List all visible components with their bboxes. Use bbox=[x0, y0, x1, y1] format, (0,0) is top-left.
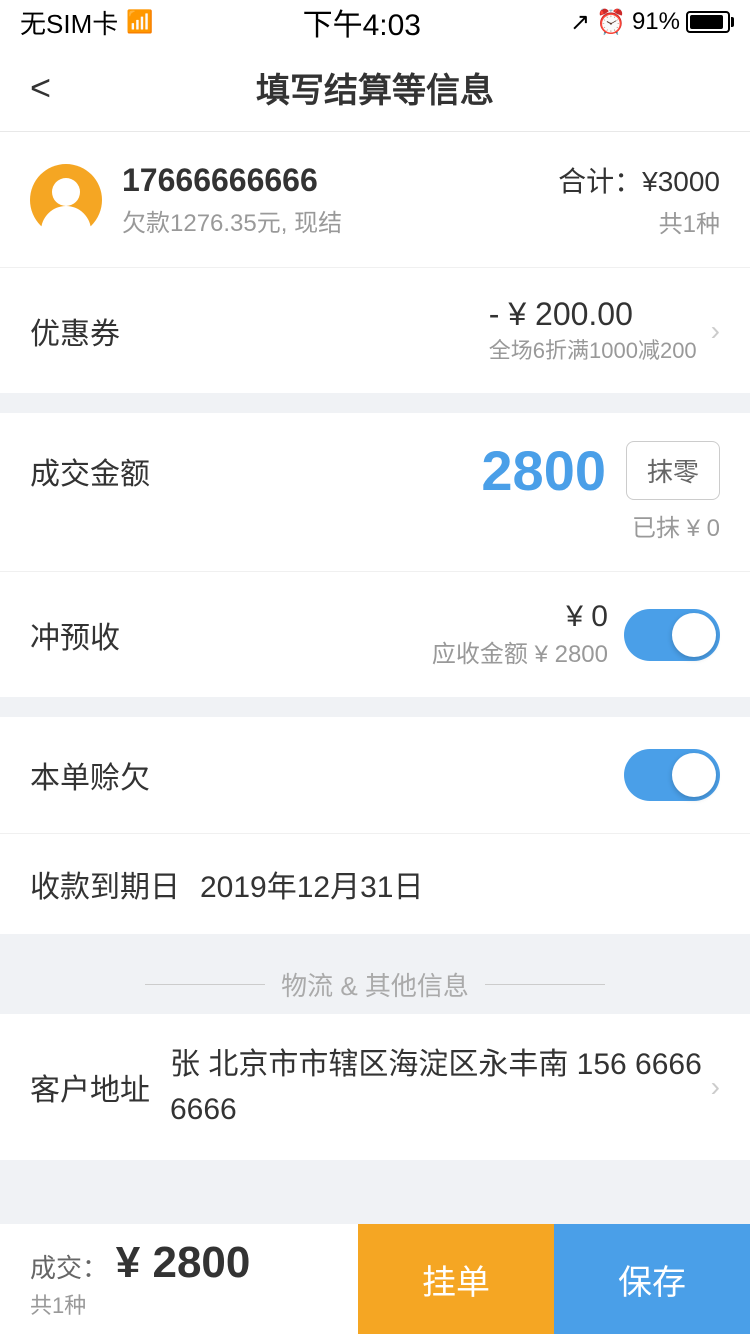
bottom-deal-label: 成交： bbox=[30, 1253, 108, 1283]
divider-line-left bbox=[145, 984, 265, 985]
customer-sub: 欠款1276.35元, 现结 bbox=[122, 203, 342, 238]
debt-label: 本单赊欠 bbox=[30, 753, 150, 797]
divider-line-right bbox=[485, 984, 605, 985]
status-right: ↗ ⏰ 91% bbox=[570, 8, 730, 37]
section-gap-2 bbox=[0, 697, 750, 717]
nav-title: 填写结算等信息 bbox=[256, 63, 494, 112]
customer-total: 合计：¥3000 bbox=[558, 160, 720, 200]
battery-percent: 91% bbox=[632, 8, 680, 36]
deal-sub: 已抹 ¥ 0 bbox=[632, 515, 720, 542]
coupon-desc: 全场6折满1000减200 bbox=[489, 333, 697, 365]
save-button[interactable]: 保存 bbox=[554, 1224, 750, 1334]
divider-label-text: 物流 & 其他信息 bbox=[281, 966, 469, 1003]
alarm-icon: ⏰ bbox=[596, 8, 626, 37]
carrier-text: 无SIM卡 bbox=[20, 4, 118, 41]
section-gap-4 bbox=[0, 1160, 750, 1200]
prepay-toggle[interactable] bbox=[624, 609, 720, 661]
status-bar: 无SIM卡 📶 下午4:03 ↗ ⏰ 91% bbox=[0, 0, 750, 44]
customer-row: 17666666666 欠款1276.35元, 现结 合计：¥3000 共1种 bbox=[0, 132, 750, 267]
debt-toggle-knob bbox=[672, 753, 716, 797]
location-icon: ↗ bbox=[570, 8, 590, 37]
status-time: 下午4:03 bbox=[303, 0, 421, 44]
bottom-count: 共1种 bbox=[30, 1288, 328, 1320]
section-gap-3 bbox=[0, 934, 750, 954]
debt-toggle[interactable] bbox=[624, 749, 720, 801]
bottom-deal-amount: ¥ 2800 bbox=[116, 1238, 251, 1287]
customer-count: 共1种 bbox=[558, 204, 720, 239]
wifi-icon: 📶 bbox=[126, 9, 153, 35]
prepay-amount: ¥ 0 bbox=[432, 600, 608, 634]
due-row: 收款到期日 2019年12月31日 bbox=[0, 833, 750, 934]
customer-phone: 17666666666 bbox=[122, 162, 342, 199]
deal-amount: 2800 bbox=[481, 443, 606, 499]
coupon-row[interactable]: 优惠券 - ¥ 200.00 全场6折满1000减200 › bbox=[0, 267, 750, 393]
coupon-discount: - ¥ 200.00 bbox=[489, 296, 697, 333]
section-divider: 物流 & 其他信息 bbox=[0, 954, 750, 1014]
address-chevron-icon: › bbox=[711, 1071, 720, 1103]
section-gap-1 bbox=[0, 393, 750, 413]
address-content: 张 北京市市辖区海淀区永丰南 156 6666 6666 bbox=[170, 1042, 707, 1132]
prepay-sub: 应收金额 ¥ 2800 bbox=[432, 634, 608, 669]
battery-icon bbox=[686, 11, 730, 33]
status-left: 无SIM卡 📶 bbox=[20, 4, 154, 41]
hang-button[interactable]: 挂单 bbox=[358, 1224, 554, 1334]
debt-row: 本单赊欠 bbox=[0, 717, 750, 833]
coupon-label: 优惠券 bbox=[30, 309, 120, 353]
prepay-label: 冲预收 bbox=[30, 613, 120, 657]
due-date: 2019年12月31日 bbox=[200, 862, 423, 906]
due-label: 收款到期日 bbox=[30, 862, 180, 906]
toggle-knob bbox=[672, 613, 716, 657]
chevron-right-icon: › bbox=[711, 315, 720, 347]
content: 17666666666 欠款1276.35元, 现结 合计：¥3000 共1种 … bbox=[0, 132, 750, 1320]
address-label: 客户地址 bbox=[30, 1065, 150, 1109]
battery-fill bbox=[690, 15, 723, 29]
prepay-row: 冲预收 ¥ 0 应收金额 ¥ 2800 bbox=[0, 571, 750, 697]
address-row[interactable]: 客户地址 张 北京市市辖区海淀区永丰南 156 6666 6666 › bbox=[0, 1014, 750, 1160]
deal-label: 成交金额 bbox=[30, 449, 150, 493]
deal-section: 成交金额 2800 抹零 已抹 ¥ 0 bbox=[0, 413, 750, 571]
avatar bbox=[30, 164, 102, 236]
back-button[interactable]: < bbox=[30, 67, 51, 109]
bottom-bar: 成交： ¥ 2800 共1种 挂单 保存 bbox=[0, 1224, 750, 1334]
eraze-button[interactable]: 抹零 bbox=[626, 441, 720, 500]
nav-bar: < 填写结算等信息 bbox=[0, 44, 750, 132]
